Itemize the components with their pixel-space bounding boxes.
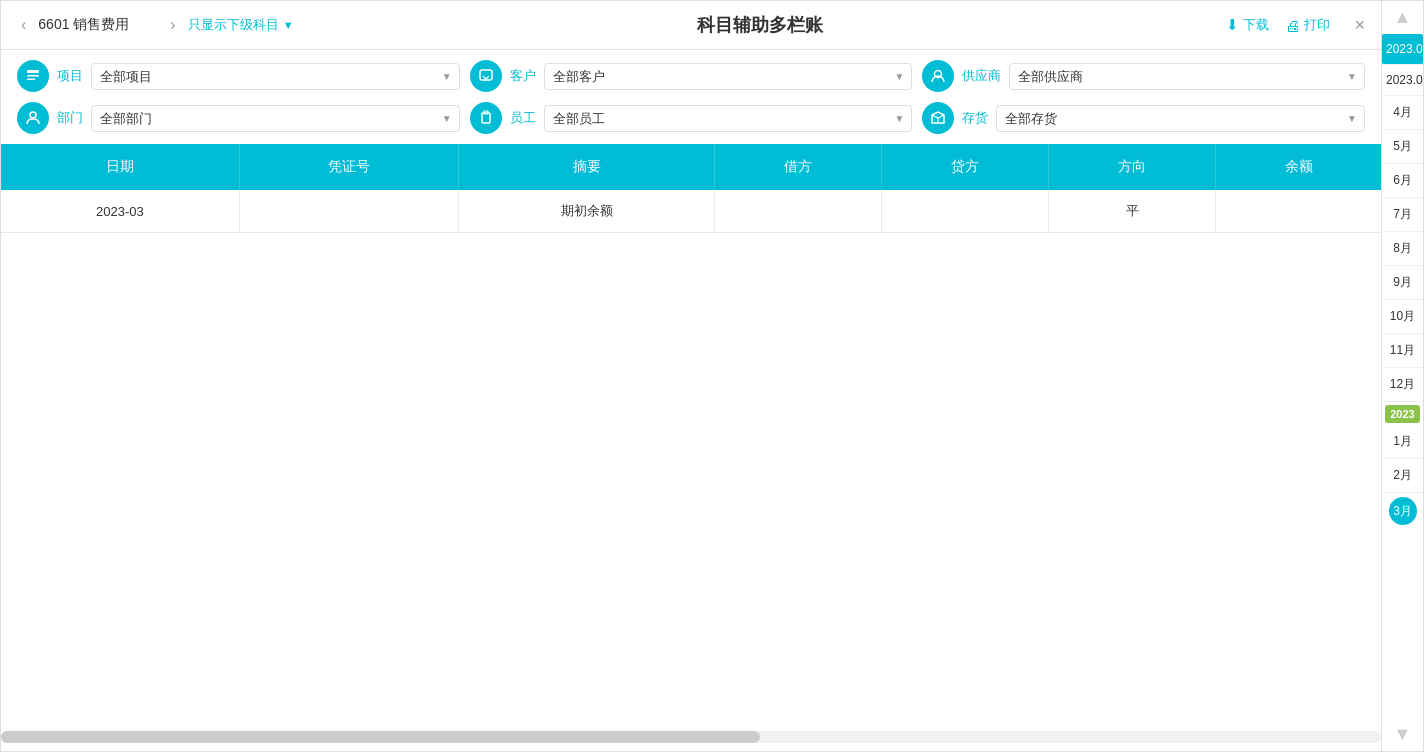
nav-next-button[interactable]: › bbox=[166, 16, 179, 34]
side-panel: ▲ 2023.03 2023.03 4月 5月 6月 7月 8月 9月 10月 … bbox=[1381, 1, 1423, 751]
employee-label: 员工 bbox=[510, 109, 536, 127]
side-panel-item-9[interactable]: 9月 bbox=[1382, 266, 1423, 300]
supplier-select[interactable]: 全部供应商 bbox=[1009, 63, 1365, 90]
side-panel-item-4[interactable]: 4月 bbox=[1382, 96, 1423, 130]
col-summary: 摘要 bbox=[458, 144, 714, 190]
main-window: ▲ 2023.03 2023.03 4月 5月 6月 7月 8月 9月 10月 … bbox=[0, 0, 1424, 752]
cell-date: 2023-03 bbox=[1, 190, 239, 233]
cell-credit bbox=[882, 190, 1049, 233]
side-panel-item-3-current[interactable]: 3月 bbox=[1389, 497, 1417, 525]
print-button[interactable]: 🖨 打印 bbox=[1285, 16, 1330, 34]
page-title: 科目辅助多栏账 bbox=[294, 13, 1227, 37]
account-code: 6601 bbox=[38, 16, 69, 32]
side-panel-item-5[interactable]: 5月 bbox=[1382, 130, 1423, 164]
supplier-icon bbox=[922, 60, 954, 92]
col-date: 日期 bbox=[1, 144, 239, 190]
department-icon bbox=[17, 102, 49, 134]
side-panel-item-11[interactable]: 11月 bbox=[1382, 334, 1423, 368]
show-sub-toggle[interactable]: 只显示下级科目 ▼ bbox=[188, 16, 294, 34]
col-voucher: 凭证号 bbox=[239, 144, 458, 190]
inventory-select[interactable]: 全部存货 bbox=[996, 105, 1365, 132]
filter-department: 部门 全部部门 bbox=[17, 102, 460, 134]
svg-rect-0 bbox=[27, 70, 39, 73]
customer-select[interactable]: 全部客户 bbox=[544, 63, 913, 90]
download-icon: ⬇ bbox=[1226, 16, 1239, 34]
side-panel-item-2023-03-1[interactable]: 2023.03 bbox=[1382, 34, 1423, 65]
account-label: 6601 销售费用 bbox=[38, 16, 158, 34]
side-panel-item-8[interactable]: 8月 bbox=[1382, 232, 1423, 266]
filters-panel: 项目 全部项目 客户 全部客户 bbox=[1, 50, 1381, 144]
filter-project: 项目 全部项目 bbox=[17, 60, 460, 92]
side-nav-down[interactable]: ▼ bbox=[1388, 718, 1418, 751]
department-select[interactable]: 全部部门 bbox=[91, 105, 460, 132]
supplier-label: 供应商 bbox=[962, 67, 1001, 85]
project-icon bbox=[17, 60, 49, 92]
cell-direction: 平 bbox=[1049, 190, 1216, 233]
customer-label: 客户 bbox=[510, 67, 536, 85]
scrollbar-thumb bbox=[1, 731, 760, 743]
col-credit: 贷方 bbox=[882, 144, 1049, 190]
show-sub-label: 只显示下级科目 bbox=[188, 16, 279, 34]
cell-summary: 期初余额 bbox=[458, 190, 714, 233]
filter-supplier: 供应商 全部供应商 bbox=[922, 60, 1365, 92]
svg-rect-1 bbox=[27, 75, 39, 77]
nav-prev-button[interactable]: ‹ bbox=[17, 16, 30, 34]
svg-rect-2 bbox=[27, 79, 35, 81]
print-icon: 🖨 bbox=[1285, 17, 1300, 34]
filter-employee: 员工 全部员工 bbox=[470, 102, 913, 134]
table-header-row: 日期 凭证号 摘要 借方 贷方 方向 余额 bbox=[1, 144, 1381, 190]
col-balance: 余额 bbox=[1216, 144, 1381, 190]
project-select[interactable]: 全部项目 bbox=[91, 63, 460, 90]
show-sub-arrow: ▼ bbox=[283, 19, 294, 31]
header: ‹ 6601 销售费用 › 只显示下级科目 ▼ 科目辅助多栏账 ⬇ 下载 🖨 打… bbox=[1, 1, 1381, 50]
main-content: ‹ 6601 销售费用 › 只显示下级科目 ▼ 科目辅助多栏账 ⬇ 下载 🖨 打… bbox=[1, 1, 1381, 233]
project-select-wrap: 全部项目 bbox=[91, 63, 460, 90]
supplier-select-wrap: 全部供应商 bbox=[1009, 63, 1365, 90]
side-panel-item-2023-03-2[interactable]: 2023.03 bbox=[1382, 65, 1423, 96]
customer-icon bbox=[470, 60, 502, 92]
cell-debit bbox=[715, 190, 882, 233]
col-direction: 方向 bbox=[1049, 144, 1216, 190]
table-container: 日期 凭证号 摘要 借方 贷方 方向 余额 2023-03 期初余额 bbox=[1, 144, 1381, 233]
side-panel-item-12[interactable]: 12月 bbox=[1382, 368, 1423, 402]
side-panel-item-1[interactable]: 1月 bbox=[1382, 425, 1423, 459]
svg-point-5 bbox=[30, 112, 36, 118]
horizontal-scrollbar[interactable] bbox=[1, 731, 1381, 743]
inventory-select-wrap: 全部存货 bbox=[996, 105, 1365, 132]
filter-inventory: 存货 全部存货 bbox=[922, 102, 1365, 134]
employee-select[interactable]: 全部员工 bbox=[544, 105, 913, 132]
cell-voucher bbox=[239, 190, 458, 233]
employee-select-wrap: 全部员工 bbox=[544, 105, 913, 132]
filter-customer: 客户 全部客户 bbox=[470, 60, 913, 92]
download-button[interactable]: ⬇ 下载 bbox=[1226, 16, 1269, 34]
col-debit: 借方 bbox=[715, 144, 882, 190]
ledger-table: 日期 凭证号 摘要 借方 贷方 方向 余额 2023-03 期初余额 bbox=[1, 144, 1381, 233]
side-panel-item-10[interactable]: 10月 bbox=[1382, 300, 1423, 334]
account-name: 销售费用 bbox=[73, 16, 129, 32]
project-label: 项目 bbox=[57, 67, 83, 85]
department-label: 部门 bbox=[57, 109, 83, 127]
inventory-label: 存货 bbox=[962, 109, 988, 127]
customer-select-wrap: 全部客户 bbox=[544, 63, 913, 90]
department-select-wrap: 全部部门 bbox=[91, 105, 460, 132]
close-button[interactable]: × bbox=[1354, 15, 1365, 36]
cell-balance bbox=[1216, 190, 1381, 233]
inventory-icon bbox=[922, 102, 954, 134]
header-actions: ⬇ 下载 🖨 打印 × bbox=[1226, 15, 1365, 36]
side-panel-item-7[interactable]: 7月 bbox=[1382, 198, 1423, 232]
side-nav-up[interactable]: ▲ bbox=[1388, 1, 1418, 34]
table-row: 2023-03 期初余额 平 bbox=[1, 190, 1381, 233]
employee-icon bbox=[470, 102, 502, 134]
side-panel-item-2[interactable]: 2月 bbox=[1382, 459, 1423, 493]
side-panel-year: 2023 bbox=[1385, 405, 1419, 423]
side-panel-item-6[interactable]: 6月 bbox=[1382, 164, 1423, 198]
